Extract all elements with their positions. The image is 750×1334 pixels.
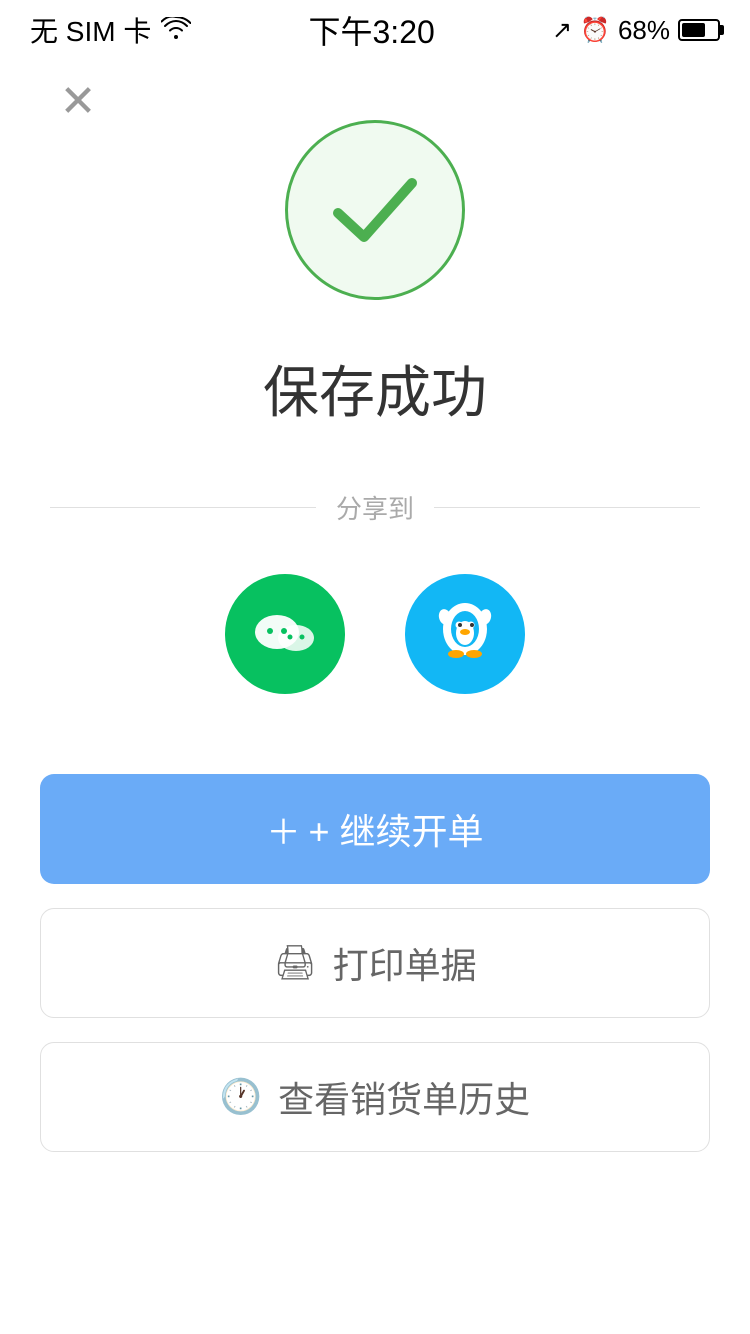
print-button[interactable]: 🖨 打印单据 xyxy=(40,908,710,1018)
success-circle xyxy=(285,120,465,300)
share-icons xyxy=(225,574,525,694)
wechat-share-button[interactable] xyxy=(225,574,345,694)
success-title: 保存成功 xyxy=(263,348,487,429)
print-icon: 🖨 xyxy=(273,943,316,983)
alarm-icon: ⏰ xyxy=(580,16,610,45)
checkmark-icon xyxy=(330,175,420,245)
share-divider: 分享到 xyxy=(0,489,750,526)
continue-order-button[interactable]: ＋ + 继续开单 xyxy=(40,774,710,884)
sim-label: 无 SIM 卡 xyxy=(30,10,151,50)
plus-icon: ＋ xyxy=(266,805,300,854)
wechat-icon xyxy=(250,604,320,664)
location-icon: ↗ xyxy=(552,16,572,45)
share-label: 分享到 xyxy=(316,489,434,526)
print-label: 打印单据 xyxy=(333,937,477,989)
history-button[interactable]: 🕐 查看销货单历史 xyxy=(40,1042,710,1152)
status-right: ↗ ⏰ 68% xyxy=(552,15,720,46)
continue-order-label: + 继续开单 xyxy=(308,803,483,855)
status-bar: 无 SIM 卡 下午3:20 ↗ ⏰ 68% xyxy=(0,0,750,60)
history-label: 查看销货单历史 xyxy=(278,1071,530,1123)
qq-icon xyxy=(430,597,500,672)
battery-icon xyxy=(678,19,720,41)
qq-share-button[interactable] xyxy=(405,574,525,694)
close-button[interactable]: ✕ xyxy=(48,72,108,132)
action-buttons: ＋ + 继续开单 🖨 打印单据 🕐 查看销货单历史 xyxy=(0,774,750,1152)
divider-left xyxy=(50,507,316,508)
status-left: 无 SIM 卡 xyxy=(30,10,191,50)
close-icon: ✕ xyxy=(60,80,97,124)
status-time: 下午3:20 xyxy=(309,7,435,53)
main-content: 保存成功 分享到 xyxy=(0,60,750,1152)
clock-icon: 🕐 xyxy=(220,1077,262,1117)
wifi-icon xyxy=(161,14,191,46)
divider-right xyxy=(434,507,700,508)
battery-percentage: 68% xyxy=(618,15,670,46)
